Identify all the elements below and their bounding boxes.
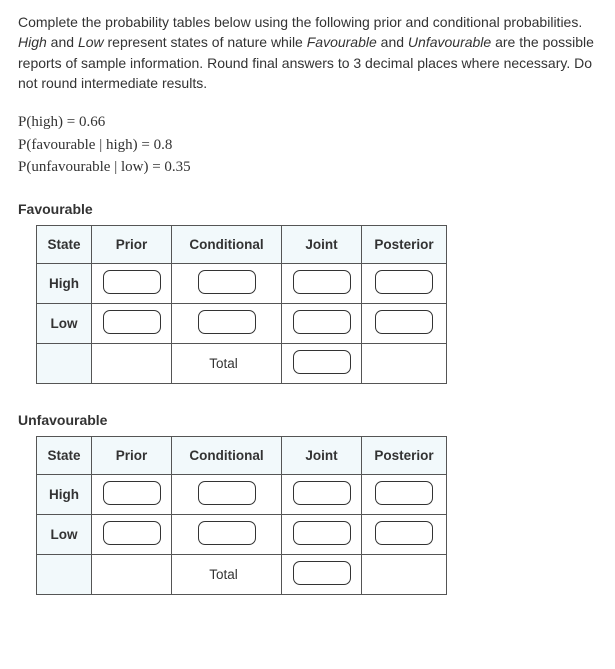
table-row-total: Total: [37, 554, 447, 594]
table-row: Low: [37, 514, 447, 554]
table-row: High: [37, 263, 447, 303]
table-title-favourable: Favourable: [18, 201, 597, 217]
given-equations: P(high) = 0.66 P(favourable | high) = 0.…: [18, 111, 597, 179]
input-unfav-low-posterior[interactable]: [375, 521, 433, 545]
input-unfav-low-joint[interactable]: [293, 521, 351, 545]
input-unfav-low-conditional[interactable]: [198, 521, 256, 545]
input-fav-high-conditional[interactable]: [198, 270, 256, 294]
instr-em-low: Low: [78, 34, 104, 50]
empty-cell: [92, 554, 172, 594]
table-row: High: [37, 474, 447, 514]
input-unfav-high-posterior[interactable]: [375, 481, 433, 505]
table-row-total: Total: [37, 343, 447, 383]
col-header-prior: Prior: [92, 436, 172, 474]
col-header-posterior: Posterior: [362, 225, 447, 263]
instr-text: represent states of nature while: [104, 34, 307, 50]
col-header-prior: Prior: [92, 225, 172, 263]
equation-p-high: P(high) = 0.66: [18, 111, 597, 134]
instr-text: Complete the probability tables below us…: [18, 14, 582, 30]
row-label-high: High: [37, 263, 92, 303]
empty-cell: [37, 554, 92, 594]
input-fav-total-joint[interactable]: [293, 350, 351, 374]
favourable-table: State Prior Conditional Joint Posterior …: [36, 225, 447, 384]
empty-cell: [362, 554, 447, 594]
table-title-unfavourable: Unfavourable: [18, 412, 597, 428]
empty-cell: [37, 343, 92, 383]
col-header-conditional: Conditional: [172, 225, 282, 263]
col-header-posterior: Posterior: [362, 436, 447, 474]
input-unfav-high-conditional[interactable]: [198, 481, 256, 505]
row-label-low: Low: [37, 514, 92, 554]
input-fav-high-prior[interactable]: [103, 270, 161, 294]
equation-p-fav-given-high: P(favourable | high) = 0.8: [18, 134, 597, 157]
input-fav-high-joint[interactable]: [293, 270, 351, 294]
instr-text: and: [377, 34, 408, 50]
input-fav-low-prior[interactable]: [103, 310, 161, 334]
input-unfav-low-prior[interactable]: [103, 521, 161, 545]
total-label: Total: [172, 343, 282, 383]
col-header-joint: Joint: [282, 436, 362, 474]
input-fav-low-joint[interactable]: [293, 310, 351, 334]
equation-p-unfav-given-low: P(unfavourable | low) = 0.35: [18, 156, 597, 179]
instr-text: and: [47, 34, 78, 50]
empty-cell: [92, 343, 172, 383]
input-fav-high-posterior[interactable]: [375, 270, 433, 294]
instr-em-high: High: [18, 34, 47, 50]
col-header-joint: Joint: [282, 225, 362, 263]
input-fav-low-posterior[interactable]: [375, 310, 433, 334]
col-header-state: State: [37, 225, 92, 263]
empty-cell: [362, 343, 447, 383]
row-label-low: Low: [37, 303, 92, 343]
row-label-high: High: [37, 474, 92, 514]
instructions-paragraph: Complete the probability tables below us…: [18, 12, 597, 93]
instr-em-unfavourable: Unfavourable: [408, 34, 491, 50]
instr-em-favourable: Favourable: [307, 34, 377, 50]
input-unfav-total-joint[interactable]: [293, 561, 351, 585]
total-label: Total: [172, 554, 282, 594]
col-header-conditional: Conditional: [172, 436, 282, 474]
table-row: Low: [37, 303, 447, 343]
input-unfav-high-joint[interactable]: [293, 481, 351, 505]
input-fav-low-conditional[interactable]: [198, 310, 256, 334]
unfavourable-table: State Prior Conditional Joint Posterior …: [36, 436, 447, 595]
col-header-state: State: [37, 436, 92, 474]
input-unfav-high-prior[interactable]: [103, 481, 161, 505]
